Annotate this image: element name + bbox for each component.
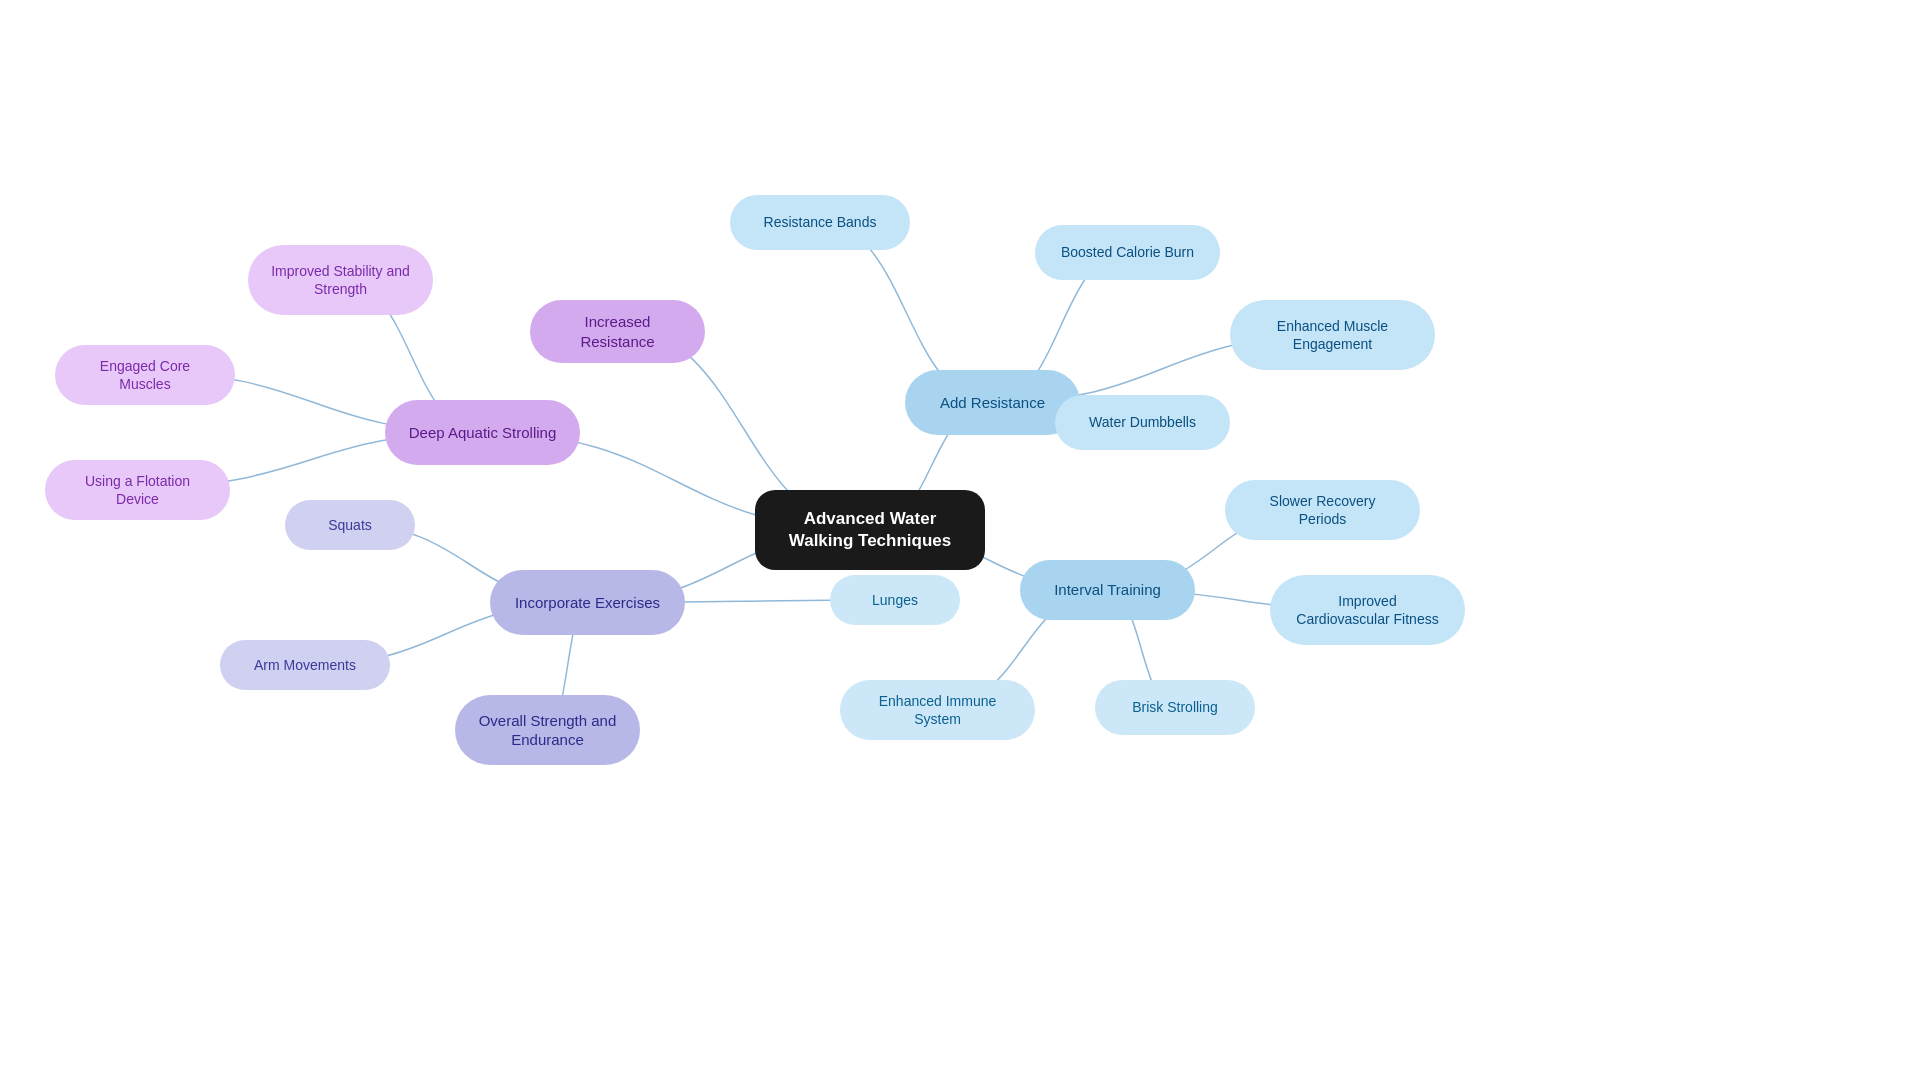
node-improved_stability[interactable]: Improved Stability and Strength	[248, 245, 433, 315]
node-improved_cardio[interactable]: Improved Cardiovascular Fitness	[1270, 575, 1465, 645]
node-increased_resistance[interactable]: Increased Resistance	[530, 300, 705, 363]
node-center[interactable]: Advanced Water Walking Techniques	[755, 490, 985, 570]
node-enhanced_immune[interactable]: Enhanced Immune System	[840, 680, 1035, 740]
node-deep_aquatic[interactable]: Deep Aquatic Strolling	[385, 400, 580, 465]
node-slower_recovery[interactable]: Slower Recovery Periods	[1225, 480, 1420, 540]
node-engaged_core[interactable]: Engaged Core Muscles	[55, 345, 235, 405]
node-resistance_bands[interactable]: Resistance Bands	[730, 195, 910, 250]
node-boosted_calorie[interactable]: Boosted Calorie Burn	[1035, 225, 1220, 280]
node-interval_training[interactable]: Interval Training	[1020, 560, 1195, 620]
node-arm_movements[interactable]: Arm Movements	[220, 640, 390, 690]
node-brisk_strolling[interactable]: Brisk Strolling	[1095, 680, 1255, 735]
node-incorporate_exercises[interactable]: Incorporate Exercises	[490, 570, 685, 635]
node-overall_strength[interactable]: Overall Strength and Endurance	[455, 695, 640, 765]
node-squats[interactable]: Squats	[285, 500, 415, 550]
node-add_resistance[interactable]: Add Resistance	[905, 370, 1080, 435]
mindmap-container: Advanced Water Walking Techniques Deep Aq…	[0, 0, 1920, 1083]
node-enhanced_muscle[interactable]: Enhanced Muscle Engagement	[1230, 300, 1435, 370]
node-flotation[interactable]: Using a Flotation Device	[45, 460, 230, 520]
node-water_dumbbells[interactable]: Water Dumbbells	[1055, 395, 1230, 450]
node-lunges[interactable]: Lunges	[830, 575, 960, 625]
